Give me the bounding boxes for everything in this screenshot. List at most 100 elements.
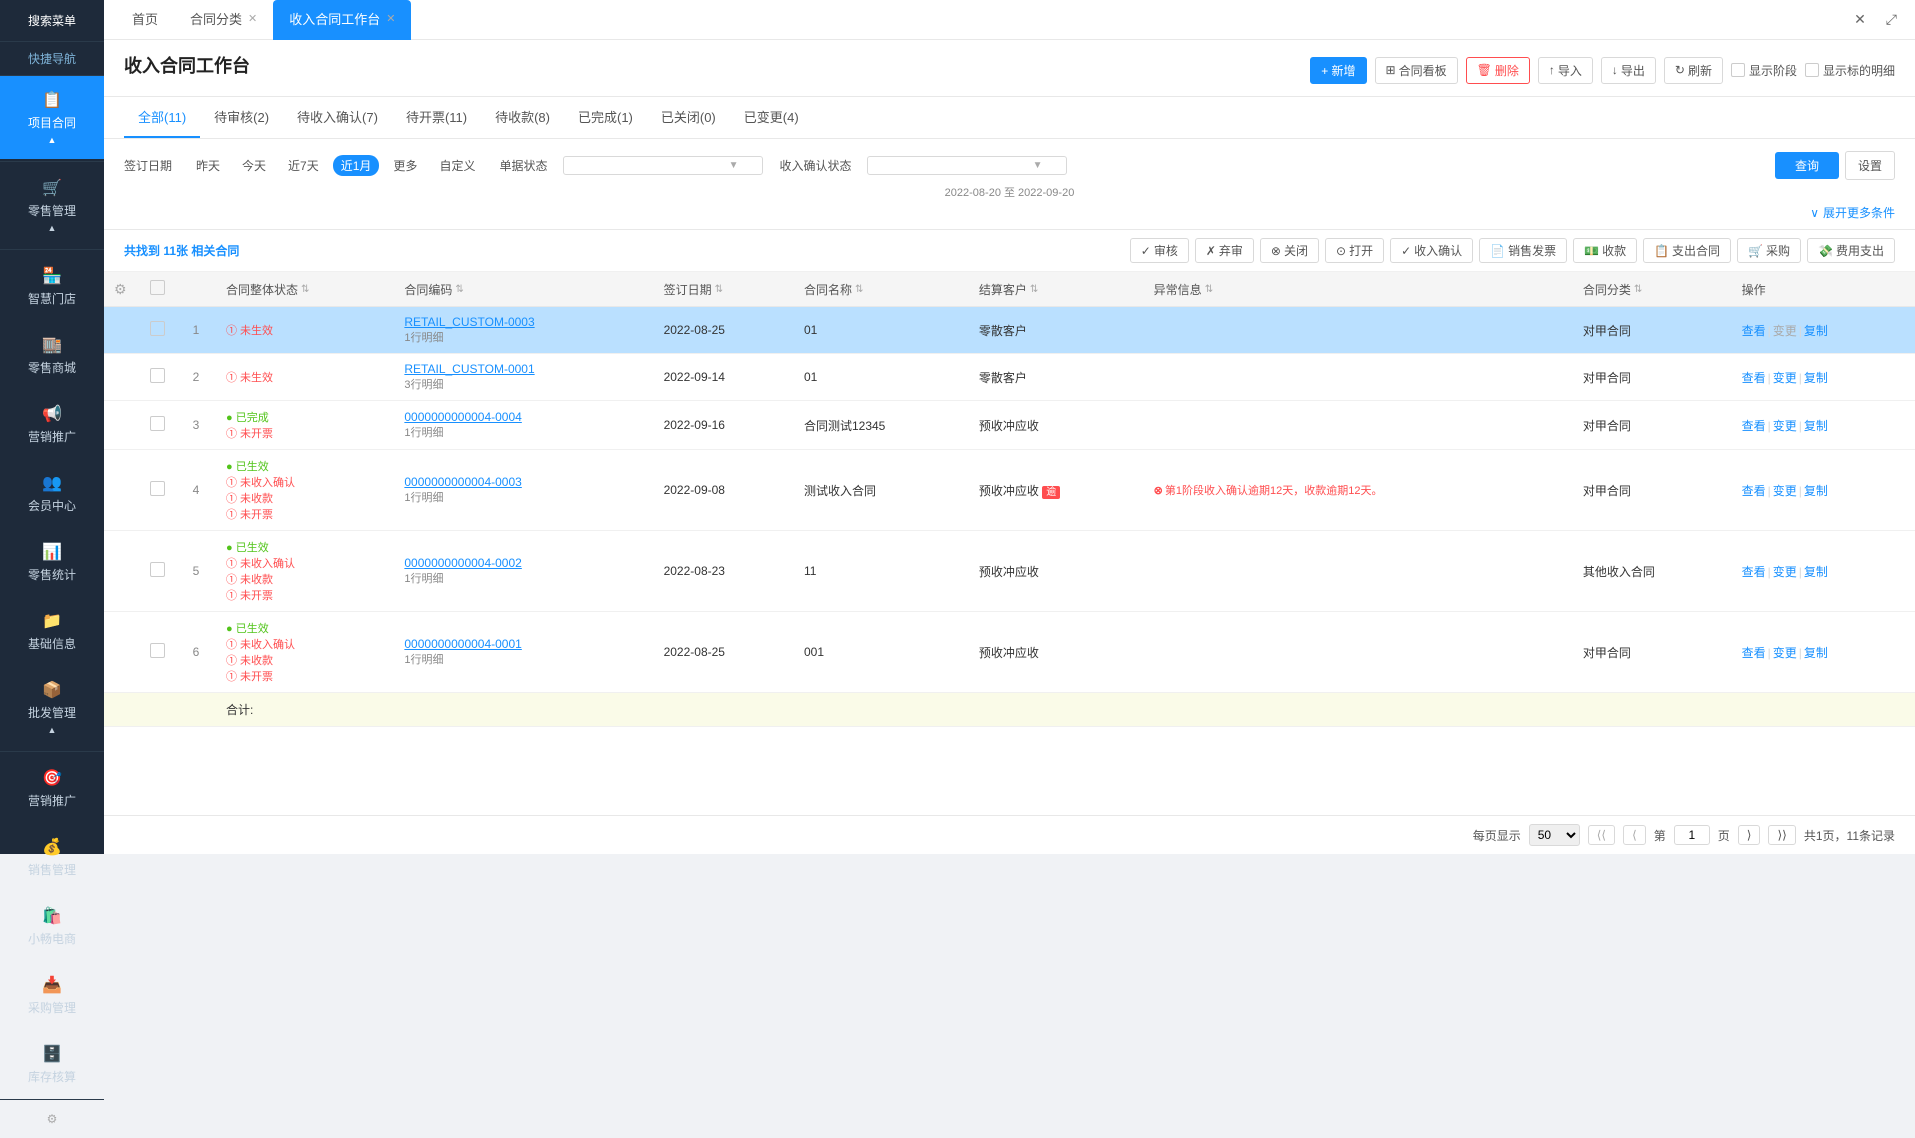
first-page-button[interactable]: ⟨⟨ <box>1588 825 1615 845</box>
action-btn-abandon[interactable]: ✗弃审 <box>1195 238 1254 263</box>
sidebar-item-retail-stats[interactable]: 📊 零售统计 <box>0 528 104 597</box>
sidebar-item-inventory[interactable]: 🗄️ 库存核算 <box>0 1030 104 1099</box>
sidebar-item-sales[interactable]: 💰 销售管理 <box>0 823 104 892</box>
contract-code-link[interactable]: RETAIL_CUSTOM-0003 <box>404 315 643 329</box>
show-fields-check[interactable]: 显示阶段 <box>1731 62 1797 79</box>
expand-filter-btn[interactable]: ∨ 展开更多条件 <box>1810 204 1895 221</box>
op-btn-复制[interactable]: 复制 <box>1804 371 1828 385</box>
action-btn-expense[interactable]: 💸费用支出 <box>1807 238 1895 263</box>
page-size-select[interactable]: 50 20 100 <box>1529 824 1580 846</box>
new-button[interactable]: + 新增 <box>1310 57 1366 84</box>
filter-tab-pending-income-confirm[interactable]: 待收入确认(7) <box>283 97 392 138</box>
sidebar-item-purchase[interactable]: 📥 采购管理 <box>0 961 104 1030</box>
select-all-checkbox[interactable] <box>150 280 165 295</box>
sort-error-icon[interactable]: ⇅ <box>1205 284 1213 295</box>
sort-name-icon[interactable]: ⇅ <box>855 284 863 295</box>
tab-close-contract-category[interactable]: ✕ <box>248 12 257 25</box>
setting-button[interactable]: 设置 <box>1845 151 1895 180</box>
date-btn-last7[interactable]: 近7天 <box>280 155 327 176</box>
op-btn-查看[interactable]: 查看 <box>1742 371 1766 385</box>
op-btn-查看[interactable]: 查看 <box>1742 646 1766 660</box>
op-btn-复制[interactable]: 复制 <box>1804 565 1828 579</box>
sort-date-icon[interactable]: ⇅ <box>715 284 723 295</box>
op-btn-变更[interactable]: 变更 <box>1773 646 1797 660</box>
op-btn-复制[interactable]: 复制 <box>1804 324 1828 338</box>
sidebar-item-smart-store[interactable]: 🏪 智慧门店 <box>0 252 104 321</box>
sidebar-item-marketing2[interactable]: 🎯 营销推广 <box>0 754 104 823</box>
date-btn-more[interactable]: 更多 <box>385 155 425 176</box>
sidebar-item-marketing[interactable]: 📢 营销推广 <box>0 390 104 459</box>
contract-panel-button[interactable]: ⊞ 合同看板 <box>1375 57 1458 84</box>
tab-close-income-contract[interactable]: ✕ <box>386 12 395 25</box>
op-btn-变更[interactable]: 变更 <box>1773 565 1797 579</box>
sidebar-item-retail[interactable]: 🛒 零售管理 ▲ <box>0 164 104 247</box>
op-btn-查看[interactable]: 查看 <box>1742 324 1766 338</box>
row-checkbox[interactable] <box>150 416 165 431</box>
action-btn-payment[interactable]: 💵收款 <box>1573 238 1637 263</box>
settings-icon[interactable]: ⚙ <box>114 281 127 297</box>
filter-tab-closed[interactable]: 已关闭(0) <box>647 97 730 138</box>
sidebar-item-project[interactable]: 📋 项目合同 ▲ <box>0 76 104 159</box>
contract-code-link[interactable]: RETAIL_CUSTOM-0001 <box>404 362 643 376</box>
op-btn-复制[interactable]: 复制 <box>1804 419 1828 433</box>
op-btn-变更[interactable]: 变更 <box>1773 324 1797 338</box>
prev-page-button[interactable]: ⟨ <box>1623 825 1646 845</box>
row-checkbox[interactable] <box>150 562 165 577</box>
contract-code-link[interactable]: 0000000000004-0004 <box>404 410 643 424</box>
action-btn-open[interactable]: ⊙打开 <box>1325 238 1384 263</box>
sidebar-item-ecommerce[interactable]: 🛍️ 小畅电商 <box>0 892 104 961</box>
sidebar-search[interactable]: 搜索菜单 <box>0 0 104 42</box>
action-btn-review[interactable]: ✓审核 <box>1130 238 1189 263</box>
sidebar-item-basic-info[interactable]: 📁 基础信息 <box>0 597 104 666</box>
next-page-button[interactable]: ⟩ <box>1738 825 1761 845</box>
income-confirm-select[interactable]: ▼ <box>867 156 1067 175</box>
query-button[interactable]: 查询 <box>1775 152 1839 179</box>
date-btn-last1month[interactable]: 近1月 <box>333 155 380 176</box>
sidebar-settings[interactable]: ⚙ <box>0 1099 104 1138</box>
sort-code-icon[interactable]: ⇅ <box>455 284 463 295</box>
filter-tab-pending-payment[interactable]: 待收款(8) <box>481 97 564 138</box>
close-window-icon[interactable]: ✕ <box>1848 9 1872 30</box>
filter-tab-changed[interactable]: 已变更(4) <box>730 97 813 138</box>
last-page-button[interactable]: ⟩⟩ <box>1768 825 1795 845</box>
op-btn-查看[interactable]: 查看 <box>1742 484 1766 498</box>
contract-code-link[interactable]: 0000000000004-0002 <box>404 556 643 570</box>
show-marks-check[interactable]: 显示标的明细 <box>1805 62 1895 79</box>
row-checkbox[interactable] <box>150 643 165 658</box>
import-button[interactable]: ↑ 导入 <box>1538 57 1593 84</box>
sort-status-icon[interactable]: ⇅ <box>301 284 309 295</box>
row-checkbox[interactable] <box>150 481 165 496</box>
filter-tab-pending-review[interactable]: 待审核(2) <box>200 97 283 138</box>
row-checkbox[interactable] <box>150 368 165 383</box>
status-select[interactable]: ▼ <box>563 156 763 175</box>
page-input[interactable] <box>1674 825 1710 845</box>
show-marks-checkbox[interactable] <box>1805 63 1819 77</box>
filter-tab-completed[interactable]: 已完成(1) <box>564 97 647 138</box>
op-btn-变更[interactable]: 变更 <box>1773 484 1797 498</box>
maximize-window-icon[interactable]: ⤢ <box>1880 9 1903 30</box>
op-btn-变更[interactable]: 变更 <box>1773 419 1797 433</box>
tab-contract-category[interactable]: 合同分类 ✕ <box>174 0 273 40</box>
filter-tab-pending-invoice[interactable]: 待开票(11) <box>392 97 481 138</box>
tab-income-contract[interactable]: 收入合同工作台 ✕ <box>273 0 411 40</box>
op-btn-复制[interactable]: 复制 <box>1804 646 1828 660</box>
action-btn-purchase[interactable]: 🛒采购 <box>1737 238 1801 263</box>
sidebar-item-member[interactable]: 👥 会员中心 <box>0 459 104 528</box>
contract-code-link[interactable]: 0000000000004-0001 <box>404 637 643 651</box>
op-btn-查看[interactable]: 查看 <box>1742 419 1766 433</box>
sort-category-icon[interactable]: ⇅ <box>1634 284 1642 295</box>
op-btn-复制[interactable]: 复制 <box>1804 484 1828 498</box>
row-checkbox[interactable] <box>150 321 165 336</box>
export-button[interactable]: ↓ 导出 <box>1601 57 1656 84</box>
tab-home[interactable]: 首页 <box>116 0 174 40</box>
op-btn-查看[interactable]: 查看 <box>1742 565 1766 579</box>
date-btn-today[interactable]: 今天 <box>234 155 274 176</box>
sidebar-quick-nav[interactable]: 快捷导航 <box>0 42 104 76</box>
contract-code-link[interactable]: 0000000000004-0003 <box>404 475 643 489</box>
action-btn-income-confirm[interactable]: ✓收入确认 <box>1390 238 1473 263</box>
date-btn-yesterday[interactable]: 昨天 <box>188 155 228 176</box>
sidebar-item-wholesale[interactable]: 📦 批发管理 ▲ <box>0 666 104 749</box>
show-fields-checkbox[interactable] <box>1731 63 1745 77</box>
action-btn-out-contract[interactable]: 📋支出合同 <box>1643 238 1731 263</box>
sort-customer-icon[interactable]: ⇅ <box>1030 284 1038 295</box>
